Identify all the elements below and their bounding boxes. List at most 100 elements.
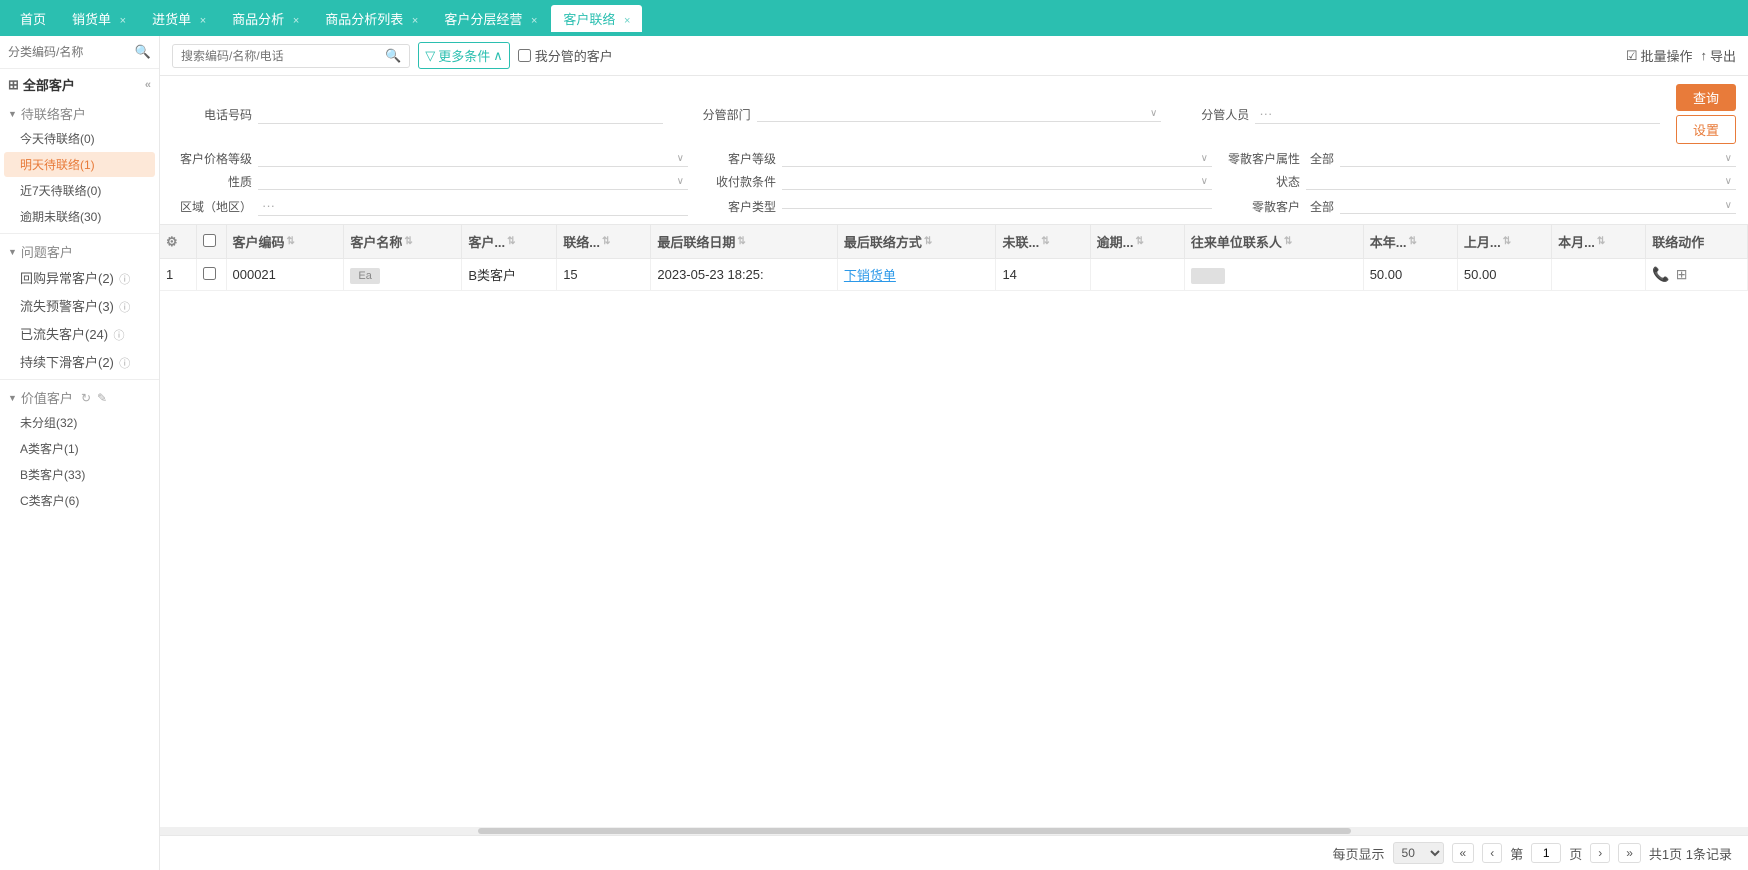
select-all-checkbox[interactable] (203, 234, 216, 247)
sidebar-item-7days-contact[interactable]: 近7天待联络(0) (4, 178, 155, 203)
sort-icon-year[interactable]: ⇅ (1409, 236, 1417, 247)
sort-icon-category[interactable]: ⇅ (507, 236, 515, 247)
customer-type-select[interactable] (782, 204, 1212, 209)
th-settings[interactable]: ⚙ (160, 225, 196, 259)
sort-icon-unit[interactable]: ⇅ (1284, 236, 1292, 247)
my-customers-checkbox[interactable] (518, 49, 531, 62)
dept-label: 分管部门 (671, 106, 751, 123)
divider-2 (0, 379, 159, 380)
value-level-select[interactable]: ∨ (258, 151, 688, 167)
payment-label: 收付款条件 (696, 173, 776, 190)
sidebar-item-declining[interactable]: 持续下滑客户(2) ⓘ (4, 348, 155, 375)
nav-customer-tier[interactable]: 客户分层经营 × (432, 5, 549, 32)
page-size-select[interactable]: 50 10 20 100 (1393, 842, 1444, 864)
search-input[interactable] (181, 49, 381, 63)
query-button[interactable]: 查询 (1676, 84, 1736, 111)
phone-input[interactable] (258, 105, 663, 124)
sort-icon-uncontacted[interactable]: ⇅ (1041, 236, 1049, 247)
chevron-down-icon: ∨ (1150, 108, 1157, 119)
col-category-label: 客户... (468, 232, 505, 251)
status-select[interactable]: ∨ (1306, 174, 1736, 190)
sidebar-item-today-contact[interactable]: 今天待联络(0) (4, 126, 155, 151)
sort-icon-name[interactable]: ⇅ (404, 236, 412, 247)
sidebar-item-b-class[interactable]: B类客户(33) (4, 462, 155, 487)
close-customer-contact-icon[interactable]: × (624, 15, 630, 27)
dept-select[interactable]: ∨ (757, 106, 1162, 122)
nav-home[interactable]: 首页 (8, 5, 58, 32)
close-product-analysis-icon[interactable]: × (293, 15, 299, 27)
filter-row-2: 客户价格等级 ∨ 客户等级 ∨ 零散客户属性 全部 ∨ (172, 150, 1736, 167)
set-button[interactable]: 设置 (1676, 115, 1736, 144)
dept-field: 分管部门 ∨ (671, 106, 1162, 123)
sidebar-item-a-class[interactable]: A类客户(1) (4, 436, 155, 461)
region-field: 区域（地区） ··· (172, 196, 688, 216)
nav-purchase[interactable]: 进货单 × (140, 5, 218, 32)
my-customers-checkbox-label[interactable]: 我分管的客户 (518, 46, 613, 65)
close-product-list-icon[interactable]: × (412, 15, 418, 27)
customer-level-select[interactable]: ∨ (782, 151, 1212, 167)
refresh-icon[interactable]: ↻ (81, 391, 91, 405)
next-page-button[interactable]: › (1590, 843, 1610, 863)
sidebar-item-tomorrow-contact[interactable]: 明天待联络(1) (4, 152, 155, 177)
nav-product-analysis-list[interactable]: 商品分析列表 × (313, 5, 430, 32)
sidebar-item-abnormal[interactable]: 回购异常客户(2) ⓘ (4, 264, 155, 291)
sort-icon-last-month[interactable]: ⇅ (1503, 236, 1511, 247)
group-label-value[interactable]: ▼ 价值客户 ↻ ✎ (0, 384, 159, 409)
first-page-button[interactable]: « (1452, 843, 1475, 863)
sidebar-item-c-class[interactable]: C类客户(6) (4, 488, 155, 513)
sort-icon-date[interactable]: ⇅ (737, 236, 745, 247)
manager-field: 分管人员 ··· (1169, 104, 1660, 124)
triangle-icon: ▼ (8, 109, 17, 119)
col-settings-icon[interactable]: ⚙ (166, 234, 178, 249)
page-number-input[interactable] (1531, 843, 1561, 863)
sidebar-item-churn-warning[interactable]: 流失预警客户(3) ⓘ (4, 292, 155, 319)
batch-operation-button[interactable]: ☑ 批量操作 (1626, 46, 1693, 65)
sort-icon-code[interactable]: ⇅ (287, 236, 295, 247)
close-customer-tier-icon[interactable]: × (531, 15, 537, 27)
group-label-pending[interactable]: ▼ 待联络客户 (0, 100, 159, 125)
value-level-field: 客户价格等级 ∨ (172, 150, 688, 167)
sort-icon-this-month[interactable]: ⇅ (1597, 236, 1605, 247)
retail-attr-select[interactable]: ∨ (1340, 151, 1736, 167)
cell-contacts: 15 (557, 259, 651, 291)
export-button[interactable]: ↑ 导出 (1700, 46, 1736, 65)
th-last-month: 上月... ⇅ (1457, 225, 1551, 259)
cell-last-method[interactable]: 下销货单 (837, 259, 996, 291)
sort-icon-contacts[interactable]: ⇅ (602, 236, 610, 247)
sort-icon-overdue[interactable]: ⇅ (1135, 236, 1143, 247)
sidebar-search-icon[interactable]: 🔍 (135, 44, 151, 60)
last-page-button[interactable]: » (1618, 843, 1641, 863)
th-action: 联络动作 (1646, 225, 1748, 259)
more-conditions-button[interactable]: ▽ 更多条件 ∧ (418, 42, 510, 69)
region-select[interactable]: ··· (258, 196, 688, 216)
gender-select[interactable]: ∨ (258, 174, 688, 190)
collapse-icon[interactable]: « (145, 79, 151, 91)
retail-select[interactable]: ∨ (1340, 198, 1736, 214)
edit-icon[interactable]: ✎ (97, 391, 107, 405)
cell-checkbox[interactable] (196, 259, 226, 291)
nav-sales[interactable]: 销货单 × (60, 5, 138, 32)
phone-action-icon[interactable]: 📞 (1652, 266, 1669, 283)
last-method-link[interactable]: 下销货单 (844, 268, 896, 283)
nav-customer-contact[interactable]: 客户联络 × (551, 5, 642, 32)
close-purchase-icon[interactable]: × (200, 15, 206, 27)
sidebar-item-churned[interactable]: 已流失客户(24) ⓘ (4, 320, 155, 347)
sidebar-item-unclassified[interactable]: 未分组(32) (4, 410, 155, 435)
row-checkbox[interactable] (203, 267, 216, 280)
horizontal-scrollbar[interactable] (160, 827, 1748, 835)
search-icon[interactable]: 🔍 (385, 48, 401, 64)
scrollbar-thumb[interactable] (478, 828, 1351, 834)
manager-select[interactable]: ··· (1255, 104, 1660, 124)
sidebar-search-input[interactable] (8, 45, 131, 59)
group-label-problem[interactable]: ▼ 问题客户 (0, 238, 159, 263)
customers-table: ⚙ 客户编码 ⇅ 客户名称 (160, 225, 1748, 291)
grid-action-icon[interactable]: ⊞ (1676, 266, 1688, 283)
all-customers-header[interactable]: ⊞ 全部客户 « (0, 69, 159, 100)
payment-select[interactable]: ∨ (782, 174, 1212, 190)
gender-field: 性质 ∨ (172, 173, 688, 190)
sort-icon-method[interactable]: ⇅ (924, 236, 932, 247)
close-sales-icon[interactable]: × (120, 15, 126, 27)
prev-page-button[interactable]: ‹ (1482, 843, 1502, 863)
sidebar-item-overdue-contact[interactable]: 逾期未联络(30) (4, 204, 155, 229)
nav-product-analysis[interactable]: 商品分析 × (220, 5, 311, 32)
